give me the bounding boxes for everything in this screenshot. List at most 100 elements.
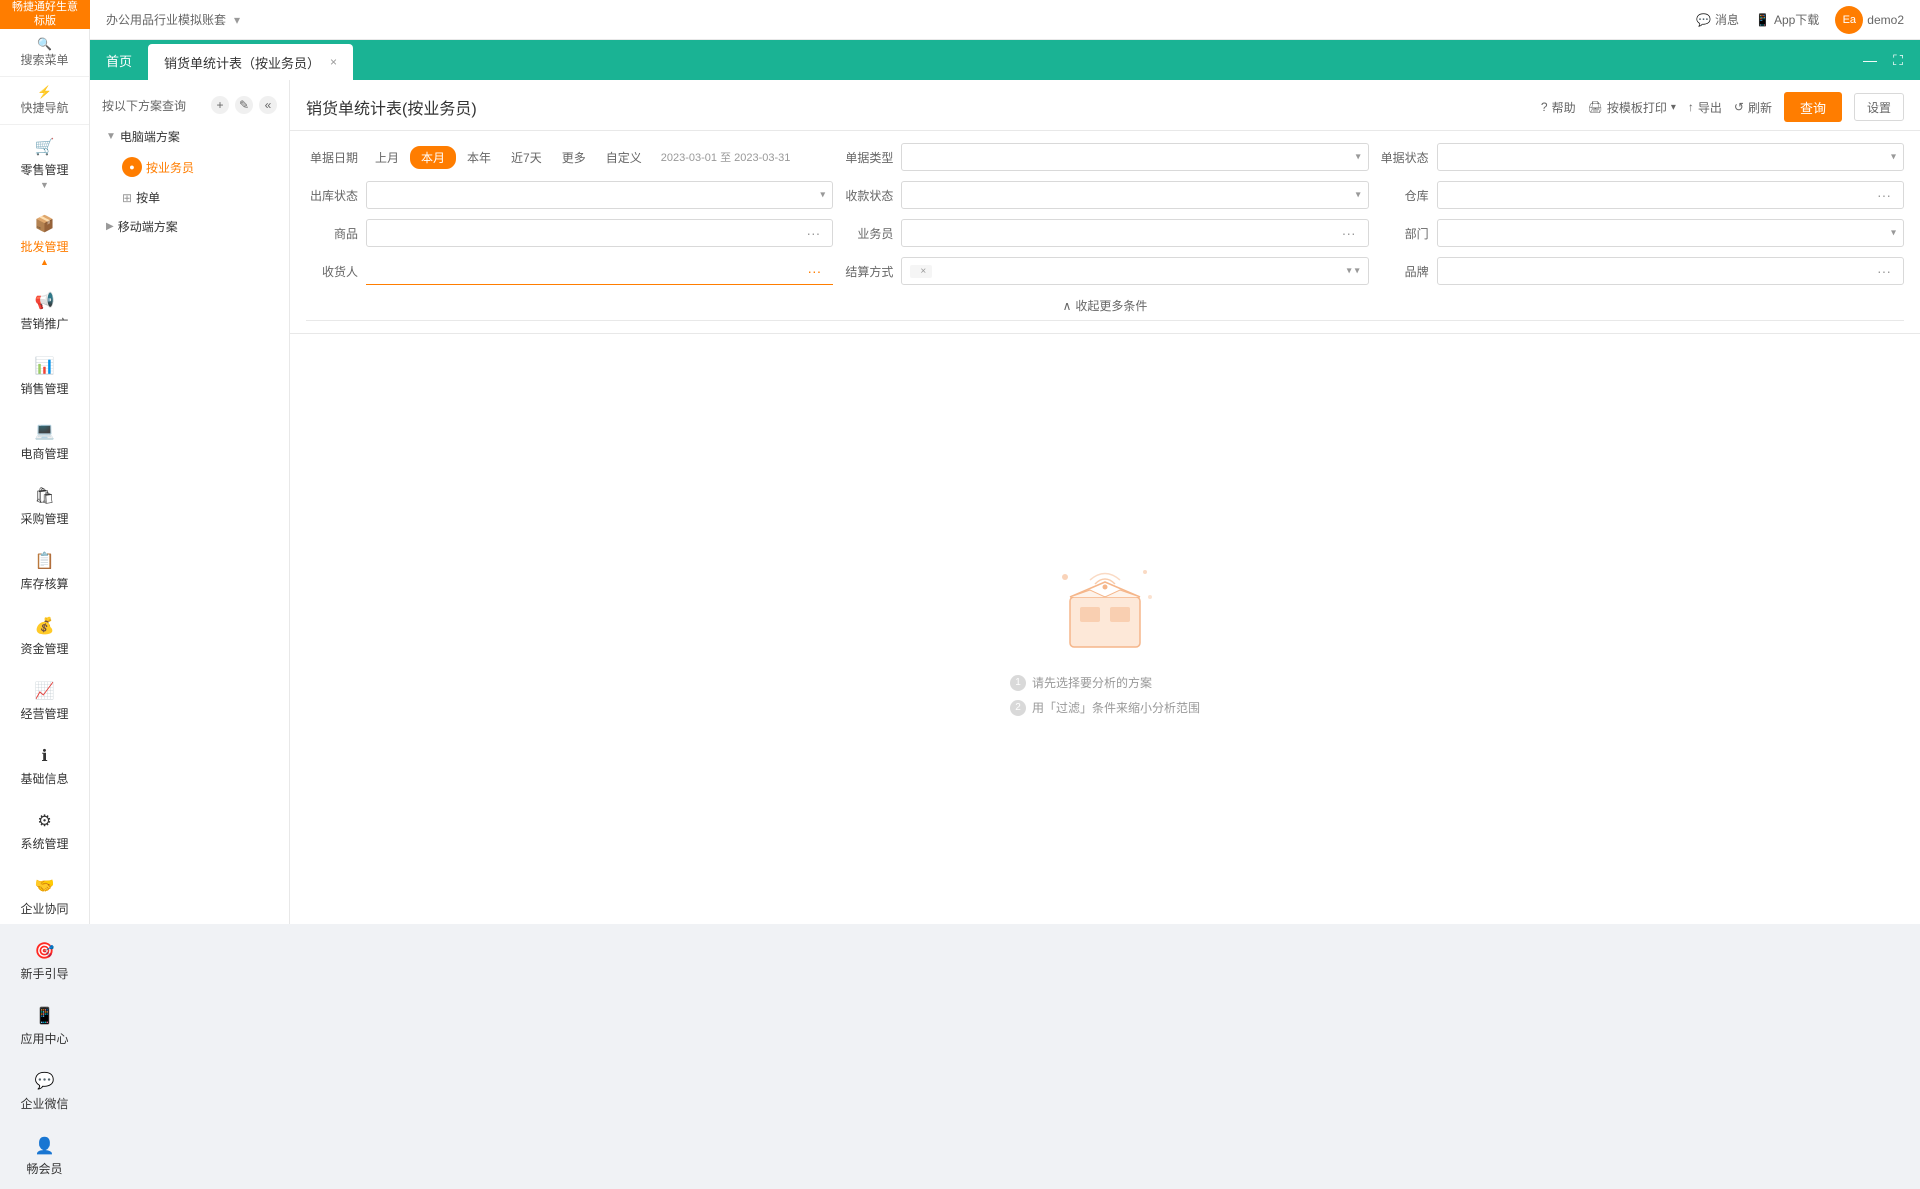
left-panel-title: 按以下方案查询 bbox=[102, 97, 186, 114]
receiver-dots-button[interactable]: ··· bbox=[803, 263, 825, 279]
date-custom[interactable]: 自定义 bbox=[597, 146, 651, 169]
sidebar-item-retail[interactable]: 🛒 零售管理 ▼ bbox=[0, 125, 89, 202]
sidebar: 畅捷通好生意 标版 🔍 搜索菜单 ⚡ 快捷导航 🛒 零售管理 ▼ 📦 批发管理 … bbox=[0, 0, 90, 924]
date-last-month[interactable]: 上月 bbox=[366, 146, 408, 169]
sidebar-item-inventory[interactable]: 📋 库存核算 bbox=[0, 539, 89, 604]
empty-step-1: 1 请先选择要分析的方案 bbox=[1010, 674, 1200, 691]
sidebar-item-marketing[interactable]: 📢 营销推广 bbox=[0, 279, 89, 344]
tree-desktop-label: 电脑端方案 bbox=[120, 128, 180, 145]
tab-minimize-icon[interactable]: — bbox=[1860, 50, 1880, 70]
doc-type-select-wrapper bbox=[901, 143, 1368, 171]
page-header: 销货单统计表(按业务员) ? 帮助 🖨 按模板打印 ▾ ↑ 导出 bbox=[290, 80, 1920, 131]
salesman-label: 业务员 bbox=[841, 225, 893, 242]
tree-chevron-desktop: ▼ bbox=[106, 131, 116, 142]
goods-input-area: ··· bbox=[366, 219, 833, 247]
print-button[interactable]: 🖨 按模板打印 ▾ bbox=[1588, 99, 1676, 116]
date-more[interactable]: 更多 bbox=[553, 146, 595, 169]
enterprise-icon: 🤝 bbox=[35, 876, 55, 896]
sidebar-item-enterprise[interactable]: 🤝 企业协同 bbox=[0, 864, 89, 929]
page-title: 销货单统计表(按业务员) bbox=[306, 95, 477, 119]
brand-dots-button[interactable]: ··· bbox=[1873, 263, 1895, 279]
collapse-panel-button[interactable]: « bbox=[259, 96, 277, 114]
app-download-button[interactable]: 📱 App下载 bbox=[1755, 11, 1819, 28]
help-button[interactable]: ? 帮助 bbox=[1541, 99, 1576, 116]
left-panel-actions: + ✎ « bbox=[211, 96, 277, 114]
sidebar-item-wecom[interactable]: 💬 企业微信 bbox=[0, 1059, 89, 1124]
inventory-icon: 📋 bbox=[35, 551, 55, 571]
tree-order-label: 按单 bbox=[136, 189, 160, 206]
sidebar-item-guide[interactable]: 🎯 新手引导 bbox=[0, 929, 89, 994]
dept-select-wrapper bbox=[1437, 219, 1904, 247]
date-current-year[interactable]: 本年 bbox=[458, 146, 500, 169]
sidebar-logo[interactable]: 畅捷通好生意 标版 bbox=[0, 0, 90, 29]
doc-status-label: 单据状态 bbox=[1377, 149, 1429, 166]
tree-desktop-group[interactable]: ▼ 电脑端方案 bbox=[90, 122, 289, 151]
tab-close-icon[interactable]: × bbox=[330, 55, 337, 69]
sidebar-item-basic-info[interactable]: ℹ 基础信息 bbox=[0, 734, 89, 799]
content-body: 1 请先选择要分析的方案 2 用「过滤」条件来缩小分析范围 bbox=[290, 334, 1920, 924]
topbar-dropdown-icon[interactable]: ▾ bbox=[234, 13, 240, 27]
sidebar-search[interactable]: 🔍 搜索菜单 bbox=[0, 29, 89, 77]
export-button[interactable]: ↑ 导出 bbox=[1688, 99, 1722, 116]
date-last-7days[interactable]: 近7天 bbox=[502, 146, 551, 169]
sidebar-item-system[interactable]: ⚙ 系统管理 bbox=[0, 799, 89, 864]
sidebar-item-app-center[interactable]: 📱 应用中心 bbox=[0, 994, 89, 1059]
ecommerce-icon: 💻 bbox=[35, 421, 55, 441]
doc-status-select-wrapper bbox=[1437, 143, 1904, 171]
tab-home[interactable]: 首页 bbox=[90, 40, 148, 80]
doc-status-select[interactable] bbox=[1437, 143, 1904, 171]
sidebar-quick-nav[interactable]: ⚡ 快捷导航 bbox=[0, 77, 89, 125]
user-avatar-area[interactable]: Ea demo2 bbox=[1835, 6, 1904, 34]
tree-item-by-salesman[interactable]: ● 按业务员 bbox=[90, 151, 289, 183]
sidebar-item-wholesale[interactable]: 📦 批发管理 ▲ bbox=[0, 202, 89, 279]
sidebar-item-sales[interactable]: 📊 销售管理 bbox=[0, 344, 89, 409]
pay-status-select[interactable] bbox=[901, 181, 1368, 209]
doc-type-select[interactable] bbox=[901, 143, 1368, 171]
tree-mobile-label: 移动端方案 bbox=[118, 218, 178, 235]
settle-chevron-icon: ▾ bbox=[1355, 266, 1360, 277]
salesman-dots-button[interactable]: ··· bbox=[1338, 225, 1360, 241]
tree-salesman-label: 按业务员 bbox=[146, 159, 194, 176]
warehouse-label: 仓库 bbox=[1377, 187, 1429, 204]
settle-tag-close-button[interactable]: × bbox=[920, 266, 926, 277]
sidebar-item-member[interactable]: 👤 畅会员 bbox=[0, 1124, 89, 1189]
sidebar-item-operations[interactable]: 📈 经营管理 bbox=[0, 669, 89, 734]
topbar-left: 办公用品行业模拟账套 ▾ bbox=[106, 11, 240, 28]
tree-active-dot: ● bbox=[122, 157, 142, 177]
app-center-icon: 📱 bbox=[35, 1006, 55, 1026]
date-current-month[interactable]: 本月 bbox=[410, 146, 456, 169]
step1-text: 请先选择要分析的方案 bbox=[1032, 674, 1152, 691]
user-name: demo2 bbox=[1867, 13, 1904, 27]
pay-status-select-wrapper bbox=[901, 181, 1368, 209]
sidebar-item-finance[interactable]: 💰 资金管理 bbox=[0, 604, 89, 669]
marketing-icon: 📢 bbox=[35, 291, 55, 311]
sidebar-item-ecommerce[interactable]: 💻 电商管理 bbox=[0, 409, 89, 474]
settings-button[interactable]: 设置 bbox=[1854, 93, 1904, 121]
goods-dots-button[interactable]: ··· bbox=[802, 225, 824, 241]
dept-select[interactable] bbox=[1437, 219, 1904, 247]
guide-icon: 🎯 bbox=[35, 941, 55, 961]
member-icon: 👤 bbox=[35, 1136, 55, 1156]
tab-expand-icon[interactable]: ⛶ bbox=[1888, 50, 1908, 70]
tree-mobile-group[interactable]: ▶ 移动端方案 bbox=[90, 212, 289, 241]
query-button[interactable]: 查询 bbox=[1784, 92, 1842, 122]
left-panel-header: 按以下方案查询 + ✎ « bbox=[90, 88, 289, 122]
collapse-filter-button[interactable]: ∧ 收起更多条件 bbox=[306, 291, 1904, 321]
out-status-select[interactable] bbox=[366, 181, 833, 209]
refresh-button[interactable]: ↺ 刷新 bbox=[1734, 99, 1772, 116]
out-status-label: 出库状态 bbox=[306, 187, 358, 204]
topbar-title: 办公用品行业模拟账套 bbox=[106, 11, 226, 28]
tree-item-by-order[interactable]: ⊞ 按单 bbox=[90, 183, 289, 212]
step2-num: 2 bbox=[1010, 700, 1026, 716]
print-dropdown-icon: ▾ bbox=[1671, 102, 1676, 113]
edit-scheme-button[interactable]: ✎ bbox=[235, 96, 253, 114]
message-button[interactable]: 💬 消息 bbox=[1696, 11, 1739, 28]
receiver-label: 收货人 bbox=[306, 263, 358, 280]
warehouse-dots-button[interactable]: ··· bbox=[1873, 187, 1895, 203]
sidebar-item-purchase[interactable]: 🛍 采购管理 bbox=[0, 474, 89, 539]
receiver-input[interactable] bbox=[366, 264, 803, 278]
wecom-icon: 💬 bbox=[35, 1071, 55, 1091]
add-scheme-button[interactable]: + bbox=[211, 96, 229, 114]
retail-icon: 🛒 bbox=[35, 137, 55, 157]
tab-sales-stat[interactable]: 销货单统计表（按业务员） × bbox=[148, 44, 353, 80]
